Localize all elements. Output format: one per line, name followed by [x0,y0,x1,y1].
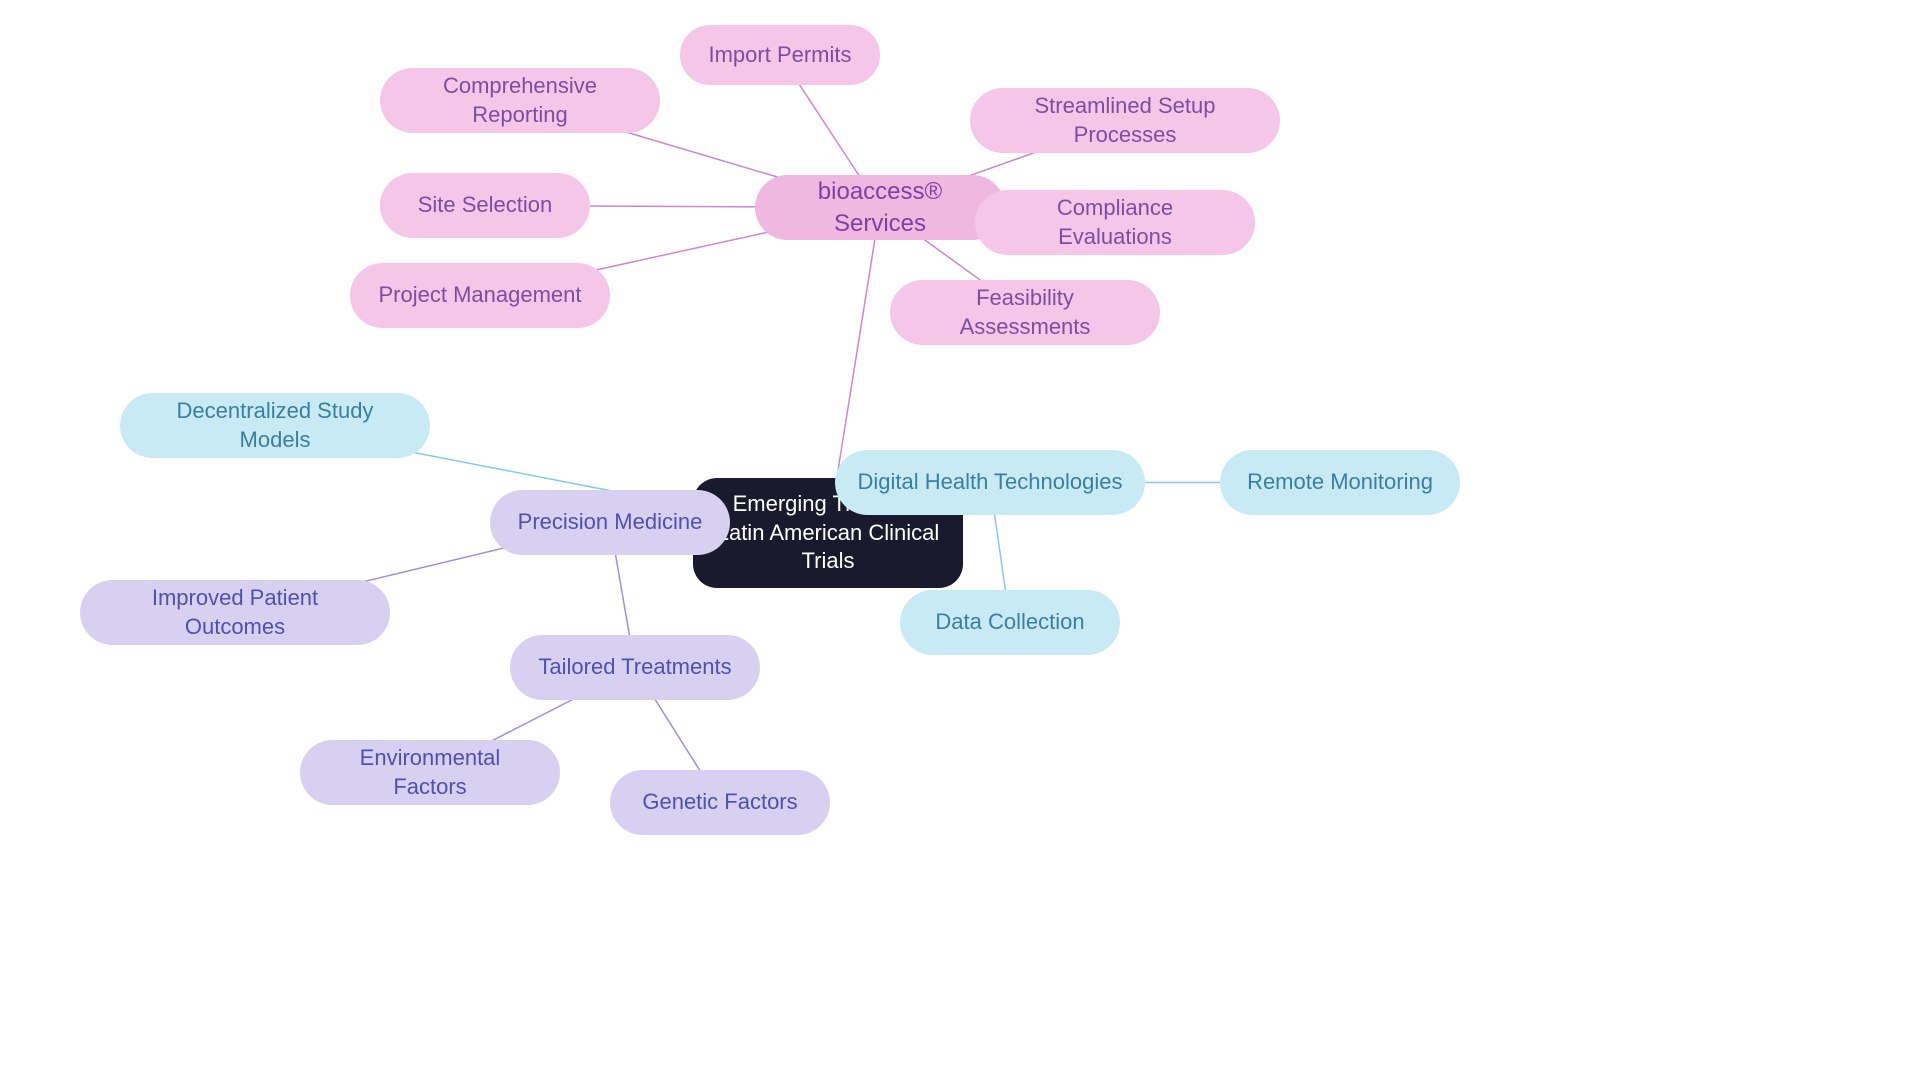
streamlined-setup-node: Streamlined Setup Processes [970,88,1280,153]
precision-medicine-node: Precision Medicine [490,490,730,555]
remote-monitoring-node: Remote Monitoring [1220,450,1460,515]
compliance-evaluations-node: Compliance Evaluations [975,190,1255,255]
data-collection-node: Data Collection [900,590,1120,655]
improved-patient-outcomes-node: Improved Patient Outcomes [80,580,390,645]
bioaccess-node: bioaccess® Services [755,175,1005,240]
site-selection-node: Site Selection [380,173,590,238]
genetic-factors-node: Genetic Factors [610,770,830,835]
environmental-factors-node: Environmental Factors [300,740,560,805]
import-permits-node: Import Permits [680,25,880,85]
project-management-node: Project Management [350,263,610,328]
tailored-treatments-node: Tailored Treatments [510,635,760,700]
comprehensive-reporting-node: Comprehensive Reporting [380,68,660,133]
digital-health-node: Digital Health Technologies [835,450,1145,515]
decentralized-study-node: Decentralized Study Models [120,393,430,458]
feasibility-assessments-node: Feasibility Assessments [890,280,1160,345]
